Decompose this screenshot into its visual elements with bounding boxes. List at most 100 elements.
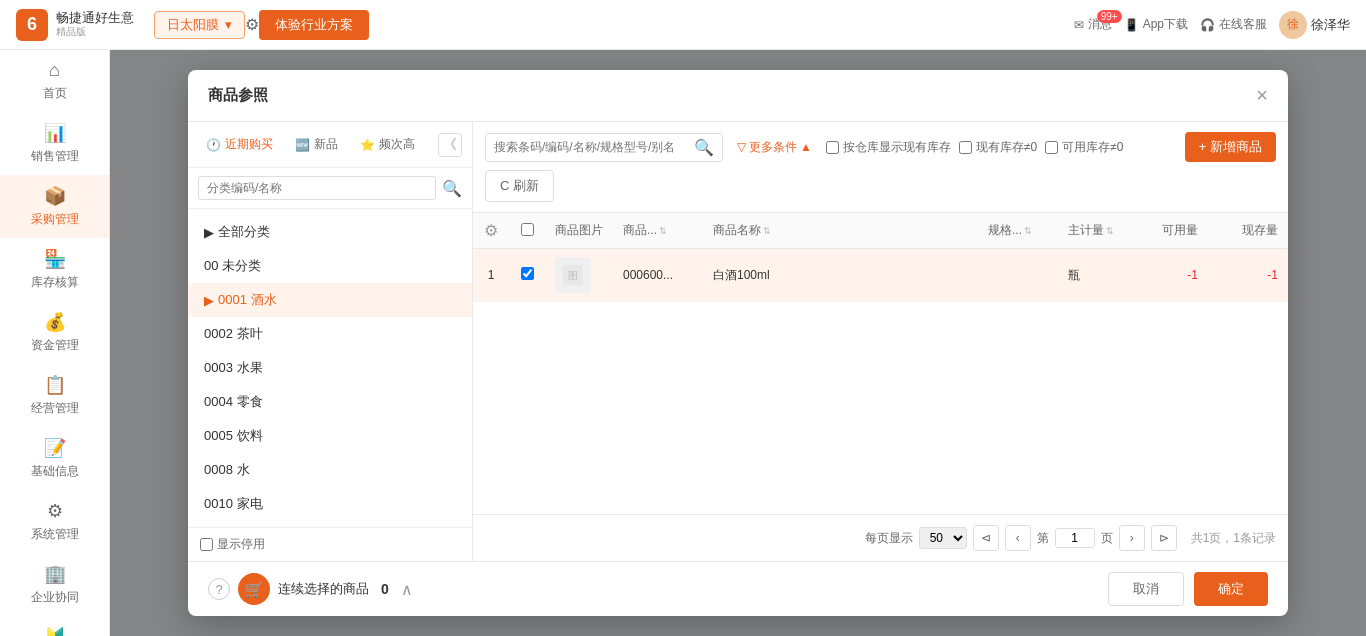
cart-section: ? 🛒 连续选择的商品 0 ∧ xyxy=(208,573,413,605)
messages-button[interactable]: ✉ 消息 99+ xyxy=(1074,16,1112,33)
category-list: ▶ 全部分类 00 未分类 ▶ 0001 酒水 0002 茶 xyxy=(188,209,472,527)
trial-button[interactable]: 体验行业方案 xyxy=(259,10,369,40)
th-image: 商品图片 xyxy=(545,213,613,249)
nav-chevron-icon: ▾ xyxy=(225,17,232,32)
row-num: 1 xyxy=(473,249,509,302)
sidebar-item-operation[interactable]: 📋 经营管理 xyxy=(0,364,109,427)
th-unit[interactable]: 主计量⇅ xyxy=(1058,213,1128,249)
row-checkbox[interactable] xyxy=(509,249,545,302)
category-item-0004[interactable]: 0004 零食 xyxy=(188,385,472,419)
new-tab[interactable]: 🆕 新品 xyxy=(287,132,346,157)
last-page-button[interactable]: ⊳ xyxy=(1151,525,1177,551)
sidebar-item-finance[interactable]: 💰 资金管理 xyxy=(0,301,109,364)
th-code[interactable]: 商品...⇅ xyxy=(613,213,703,249)
page-number-input[interactable] xyxy=(1055,528,1095,548)
app-download-button[interactable]: 📱 App下载 xyxy=(1124,16,1188,33)
warehouse-checkbox-input[interactable] xyxy=(826,141,839,154)
add-product-button[interactable]: + 新增商品 xyxy=(1185,132,1276,162)
product-search-input[interactable] xyxy=(486,136,686,158)
user-area[interactable]: 徐 徐泽华 xyxy=(1279,11,1350,39)
refresh-button[interactable]: C 刷新 xyxy=(485,170,554,202)
show-disabled-checkbox[interactable] xyxy=(200,538,213,551)
first-page-button[interactable]: ⊲ xyxy=(973,525,999,551)
category-item-0005[interactable]: 0005 饮料 xyxy=(188,419,472,453)
sidebar-item-sales[interactable]: 📊 销售管理 xyxy=(0,112,109,175)
modal-footer: ? 🛒 连续选择的商品 0 ∧ 取消 确定 xyxy=(188,561,1288,616)
cart-icon[interactable]: 🛒 xyxy=(238,573,270,605)
current-stock-checkbox[interactable]: 现有库存≠0 xyxy=(959,139,1037,156)
row-name: 白酒100ml xyxy=(703,249,978,302)
category-item-0002[interactable]: 0002 茶叶 xyxy=(188,317,472,351)
th-name[interactable]: 商品名称⇅ xyxy=(703,213,978,249)
category-item-0001[interactable]: ▶ 0001 酒水 xyxy=(188,283,472,317)
collapse-arrow-icon[interactable]: ∧ xyxy=(401,580,413,599)
nav-brand[interactable]: 日太阳膜 ▾ xyxy=(154,11,245,39)
sales-icon: 📊 xyxy=(44,122,66,144)
product-thumbnail: 图 xyxy=(555,257,591,293)
frequent-tab[interactable]: ⭐ 频次高 xyxy=(352,132,423,157)
row-select-checkbox[interactable] xyxy=(521,267,534,280)
column-settings-icon[interactable]: ⚙ xyxy=(484,222,498,239)
warehouse-display-checkbox[interactable]: 按仓库显示现有库存 xyxy=(826,139,951,156)
per-page-select[interactable]: 50 xyxy=(919,527,967,549)
prev-page-button[interactable]: ‹ xyxy=(1005,525,1031,551)
left-top-tabs: 🕐 近期购买 🆕 新品 ⭐ 频次高 《 xyxy=(188,122,472,168)
new-icon: 🆕 xyxy=(295,138,310,152)
mobile-icon: 📱 xyxy=(1124,18,1139,32)
category-search-icon[interactable]: 🔍 xyxy=(442,179,462,198)
cancel-button[interactable]: 取消 xyxy=(1108,572,1184,606)
sidebar-item-guide[interactable]: 🔰 新手引导 xyxy=(0,616,109,636)
purchase-icon: 📦 xyxy=(44,185,66,207)
select-all-checkbox[interactable] xyxy=(521,223,534,236)
category-item-0003[interactable]: 0003 水果 xyxy=(188,351,472,385)
recent-tab[interactable]: 🕐 近期购买 xyxy=(198,132,281,157)
finance-icon: 💰 xyxy=(44,311,66,333)
sidebar-item-label: 库存核算 xyxy=(31,274,79,291)
table-row[interactable]: 1 图 000600... 白酒100ml 瓶 -1 -1 xyxy=(473,249,1288,302)
collapse-panel-button[interactable]: 《 xyxy=(438,133,462,157)
avatar: 徐 xyxy=(1279,11,1307,39)
gear-icon[interactable]: ⚙ xyxy=(245,15,259,34)
sidebar-item-corp[interactable]: 🏢 企业协同 xyxy=(0,553,109,616)
category-item-00[interactable]: 00 未分类 xyxy=(188,249,472,283)
available-stock-checkbox-input[interactable] xyxy=(1045,141,1058,154)
th-settings[interactable]: ⚙ xyxy=(473,213,509,249)
sidebar-item-label: 销售管理 xyxy=(31,148,79,165)
sidebar-item-home[interactable]: ⌂ 首页 xyxy=(0,50,109,112)
product-toolbar: 🔍 ▽ 更多条件 ▲ 按仓库显示现有库存 xyxy=(473,122,1288,213)
logo-area: 6 畅捷通好生意 精品版 xyxy=(16,9,134,41)
expand-icon: ▶ xyxy=(204,225,214,240)
headset-icon: 🎧 xyxy=(1200,18,1215,32)
filter-button[interactable]: ▽ 更多条件 ▲ xyxy=(731,135,818,160)
total-info: 共1页，1条记录 xyxy=(1191,530,1276,547)
row-code: 000600... xyxy=(613,249,703,302)
confirm-button[interactable]: 确定 xyxy=(1194,572,1268,606)
online-service-button[interactable]: 🎧 在线客服 xyxy=(1200,16,1267,33)
brand-name: 畅捷通好生意 xyxy=(56,10,134,26)
next-page-button[interactable]: › xyxy=(1119,525,1145,551)
modal-close-button[interactable]: × xyxy=(1256,84,1268,107)
category-search-input[interactable] xyxy=(198,176,436,200)
corp-icon: 🏢 xyxy=(44,563,66,585)
row-spec xyxy=(978,249,1058,302)
category-item-0010[interactable]: 0010 家电 xyxy=(188,487,472,521)
main-layout: ⌂ 首页 📊 销售管理 📦 采购管理 🏪 库存核算 💰 资金管理 📋 经营管理 … xyxy=(0,50,1366,636)
th-spec[interactable]: 规格...⇅ xyxy=(978,213,1058,249)
show-disabled-label[interactable]: 显示停用 xyxy=(200,536,265,553)
sidebar-item-purchase[interactable]: 📦 采购管理 xyxy=(0,175,109,238)
help-icon[interactable]: ? xyxy=(208,578,230,600)
sidebar-item-system[interactable]: ⚙ 系统管理 xyxy=(0,490,109,553)
star-icon: ⭐ xyxy=(360,138,375,152)
sidebar-item-label: 企业协同 xyxy=(31,589,79,606)
row-image: 图 xyxy=(545,249,613,302)
pagination: 每页显示 50 ⊲ ‹ 第 页 › ⊳ 共1页，1条记录 xyxy=(473,514,1288,561)
category-item-all[interactable]: ▶ 全部分类 xyxy=(188,215,472,249)
th-checkbox[interactable] xyxy=(509,213,545,249)
sidebar-item-basic[interactable]: 📝 基础信息 xyxy=(0,427,109,490)
category-item-0008[interactable]: 0008 水 xyxy=(188,453,472,487)
current-stock-checkbox-input[interactable] xyxy=(959,141,972,154)
sidebar-item-stock[interactable]: 🏪 库存核算 xyxy=(0,238,109,301)
product-search-button[interactable]: 🔍 xyxy=(686,134,722,161)
username: 徐泽华 xyxy=(1311,16,1350,34)
available-stock-checkbox[interactable]: 可用库存≠0 xyxy=(1045,139,1123,156)
